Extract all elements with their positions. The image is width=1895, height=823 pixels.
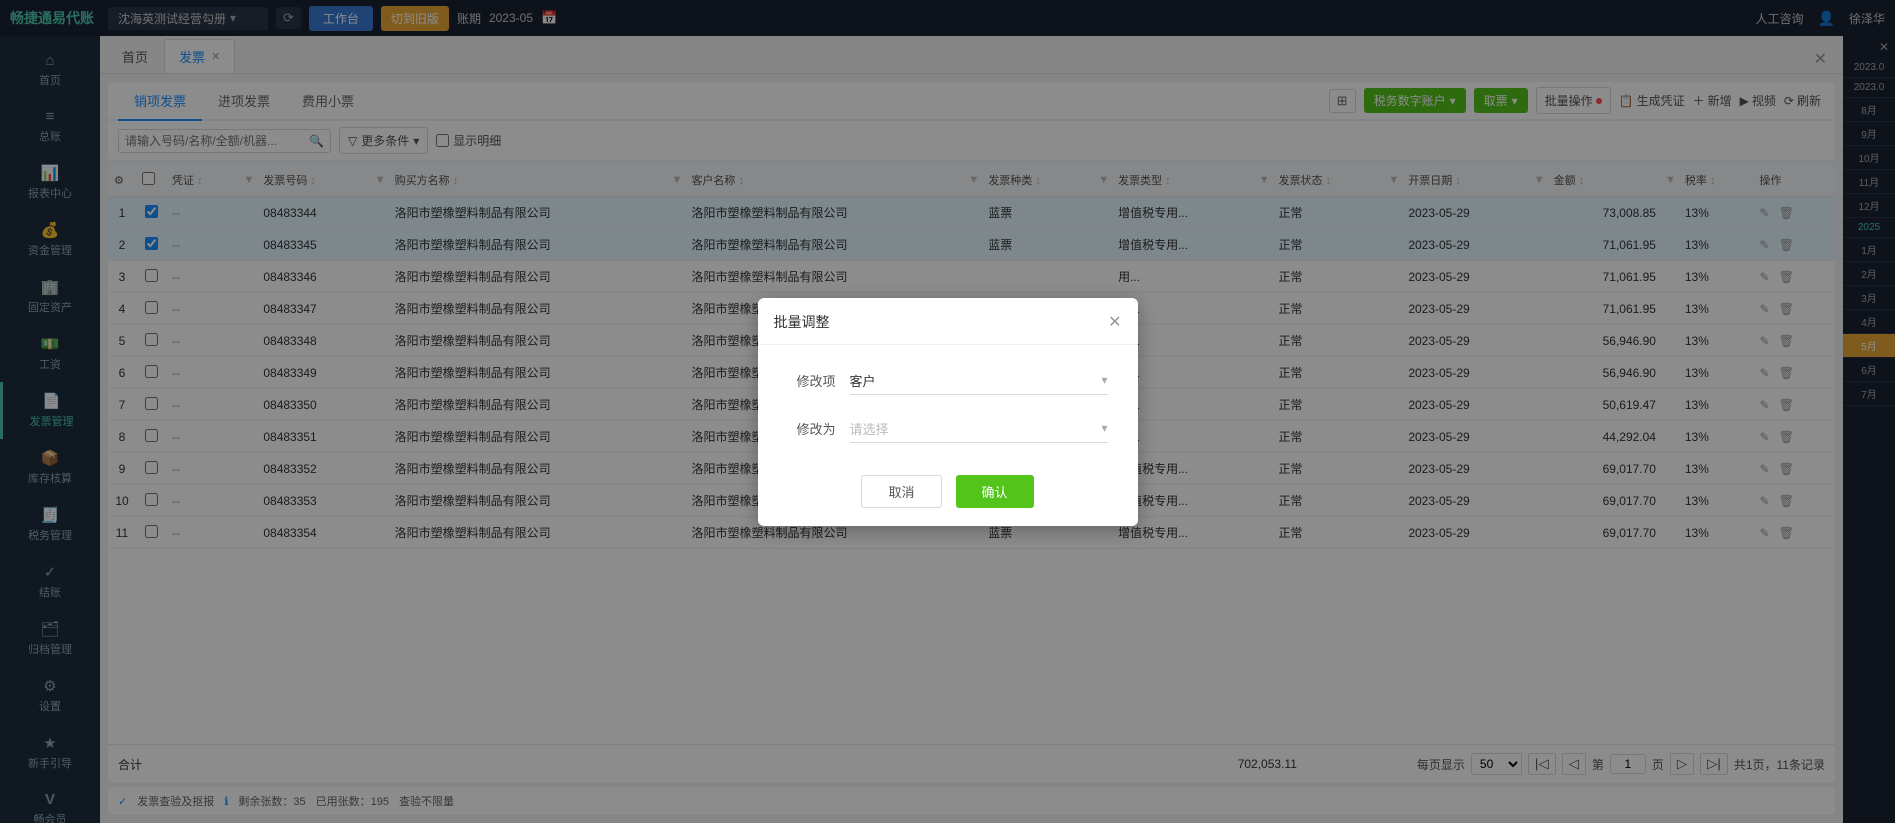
modify-field-row: 修改项 客户 ▾ bbox=[788, 367, 1108, 395]
dialog-header: 批量调整 ✕ bbox=[758, 298, 1138, 345]
modify-to-placeholder: 请选择 bbox=[850, 419, 889, 438]
modify-field-dropdown-icon: ▾ bbox=[1101, 373, 1107, 387]
dialog-title: 批量调整 bbox=[774, 312, 830, 332]
cancel-btn[interactable]: 取消 bbox=[861, 475, 941, 508]
modify-to-dropdown-icon: ▾ bbox=[1101, 421, 1107, 435]
modify-field-label: 修改项 bbox=[788, 371, 836, 390]
confirm-btn[interactable]: 确认 bbox=[956, 475, 1034, 508]
dialog-body: 修改项 客户 ▾ 修改为 请选择 ▾ bbox=[758, 345, 1138, 465]
dialog-close-btn[interactable]: ✕ bbox=[1108, 312, 1121, 332]
batch-adjust-dialog: 批量调整 ✕ 修改项 客户 ▾ 修改为 请选择 ▾ 取消 确认 bbox=[758, 298, 1138, 526]
modify-to-select[interactable]: 请选择 ▾ bbox=[850, 415, 1108, 443]
modify-to-row: 修改为 请选择 ▾ bbox=[788, 415, 1108, 443]
modify-field-value: 客户 bbox=[850, 371, 876, 390]
dialog-footer: 取消 确认 bbox=[758, 465, 1138, 526]
modify-to-label: 修改为 bbox=[788, 419, 836, 438]
dialog-overlay: 批量调整 ✕ 修改项 客户 ▾ 修改为 请选择 ▾ 取消 确认 bbox=[0, 0, 1895, 823]
modify-field-select[interactable]: 客户 ▾ bbox=[850, 367, 1108, 395]
